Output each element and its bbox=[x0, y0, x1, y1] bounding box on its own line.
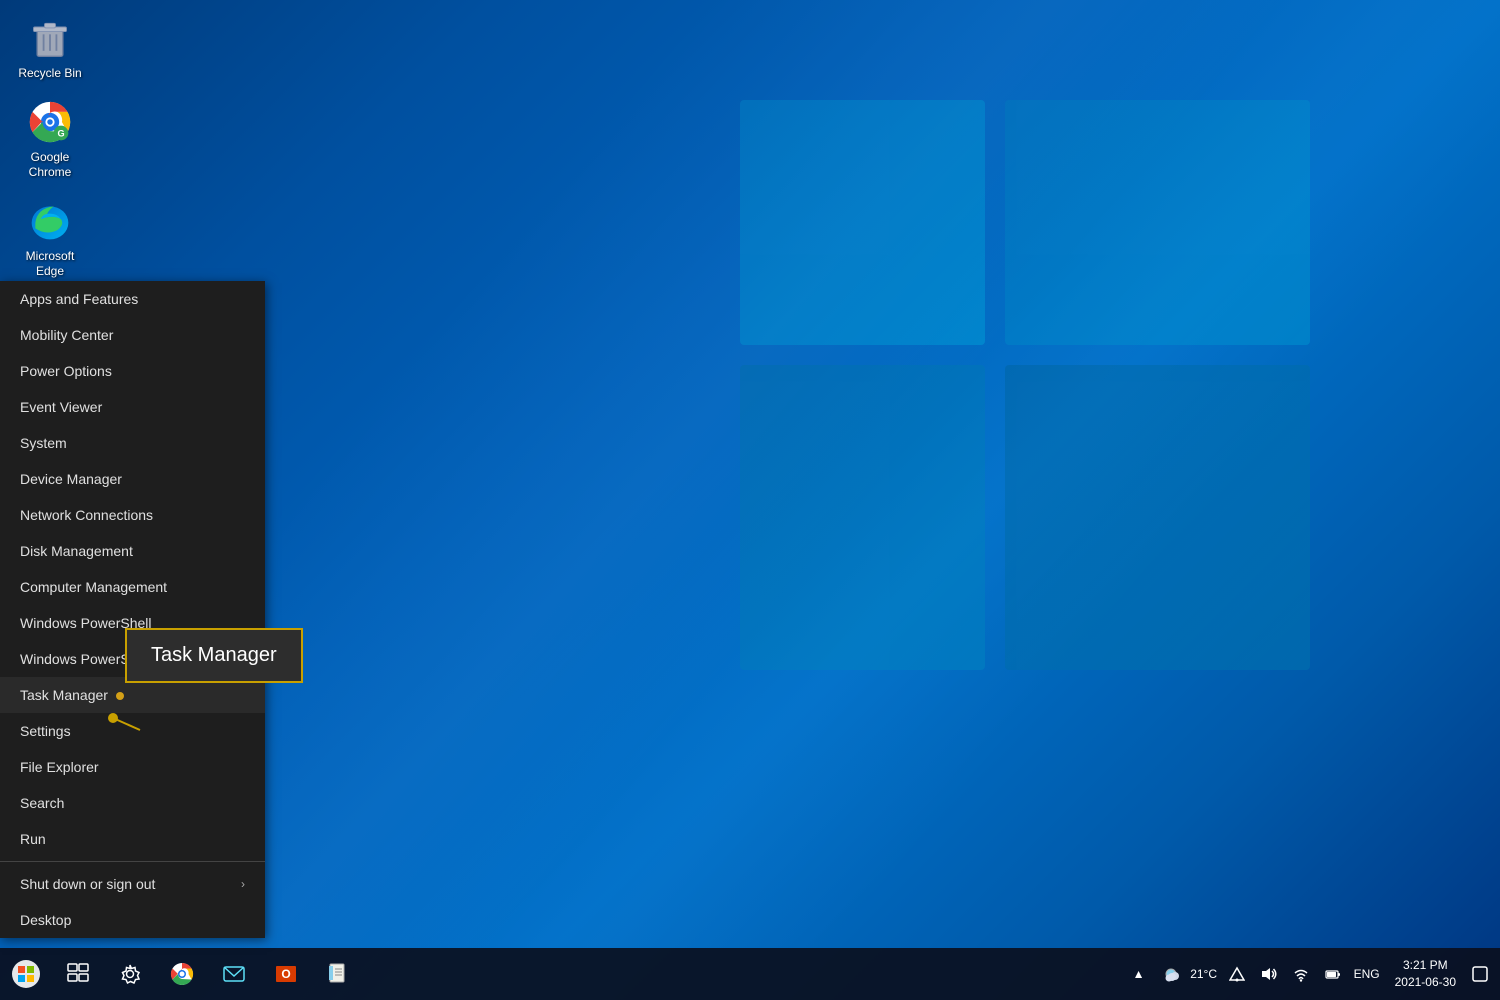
shut-down-chevron: › bbox=[241, 877, 245, 891]
clock-time: 3:21 PM bbox=[1403, 957, 1448, 974]
desktop-icon-recycle-bin[interactable]: Recycle Bin bbox=[10, 10, 90, 84]
windows-start-icon bbox=[18, 966, 34, 982]
desktop-icon-edge[interactable]: Microsoft Edge bbox=[10, 193, 90, 282]
context-menu: Apps and Features Mobility Center Power … bbox=[0, 281, 265, 938]
start-circle-icon bbox=[12, 960, 40, 988]
recycle-bin-label: Recycle Bin bbox=[18, 66, 81, 80]
systray-weather-icon[interactable] bbox=[1157, 952, 1185, 996]
menu-item-search[interactable]: Search bbox=[0, 785, 265, 821]
windows-logo-watermark bbox=[740, 100, 1320, 680]
systray-chevron[interactable]: ▲ bbox=[1125, 952, 1153, 996]
menu-item-run[interactable]: Run bbox=[0, 821, 265, 857]
notification-icon bbox=[1472, 966, 1488, 982]
clock-date: 2021-06-30 bbox=[1395, 974, 1456, 991]
taskbar-clock[interactable]: 3:21 PM 2021-06-30 bbox=[1387, 957, 1464, 991]
menu-item-power-options[interactable]: Power Options bbox=[0, 353, 265, 389]
menu-item-computer-management[interactable]: Computer Management bbox=[0, 569, 265, 605]
menu-item-file-explorer[interactable]: File Explorer bbox=[0, 749, 265, 785]
menu-item-system[interactable]: System bbox=[0, 425, 265, 461]
taskbar-settings[interactable] bbox=[104, 948, 156, 1000]
svg-text:O: O bbox=[281, 967, 290, 981]
taskbar-pinned-apps: O bbox=[52, 948, 364, 1000]
taskbar-chrome-icon bbox=[170, 962, 194, 986]
systray-language[interactable]: ENG bbox=[1351, 952, 1383, 996]
desktop: Recycle Bin G G bbox=[0, 0, 1500, 1000]
svg-text:G: G bbox=[57, 129, 64, 139]
chrome-label: Google Chrome bbox=[14, 150, 86, 179]
systray-battery-icon[interactable] bbox=[1319, 952, 1347, 996]
recycle-bin-icon bbox=[26, 14, 74, 62]
menu-item-event-viewer[interactable]: Event Viewer bbox=[0, 389, 265, 425]
systray-wifi-icon[interactable] bbox=[1287, 952, 1315, 996]
taskbar-notification-button[interactable] bbox=[1468, 952, 1492, 996]
settings-icon bbox=[119, 963, 141, 985]
menu-item-device-manager[interactable]: Device Manager bbox=[0, 461, 265, 497]
start-button[interactable] bbox=[0, 948, 52, 1000]
edge-icon bbox=[26, 197, 74, 245]
taskbar-right: ▲ 21°C bbox=[1125, 952, 1500, 996]
win-logo-pane-tr bbox=[1005, 100, 1310, 345]
menu-item-desktop[interactable]: Desktop bbox=[0, 902, 265, 938]
task-manager-dot bbox=[116, 692, 124, 700]
edge-label: Microsoft Edge bbox=[14, 249, 86, 278]
systray-weather-temp: 21°C bbox=[1189, 952, 1219, 996]
desktop-icons: Recycle Bin G G bbox=[10, 10, 90, 282]
notepad-icon bbox=[327, 963, 349, 985]
menu-item-disk-management[interactable]: Disk Management bbox=[0, 533, 265, 569]
menu-item-network-connections[interactable]: Network Connections bbox=[0, 497, 265, 533]
task-view-icon bbox=[67, 963, 89, 985]
systray-volume-icon[interactable] bbox=[1255, 952, 1283, 996]
office-icon: O bbox=[275, 963, 297, 985]
mail-icon bbox=[223, 963, 245, 985]
chrome-icon: G bbox=[26, 98, 74, 146]
taskbar-task-view[interactable] bbox=[52, 948, 104, 1000]
win-logo-pane-bl bbox=[740, 365, 985, 670]
win-logo-pane-tl bbox=[740, 100, 985, 345]
taskbar-office[interactable]: O bbox=[260, 948, 312, 1000]
menu-item-settings[interactable]: Settings bbox=[0, 713, 265, 749]
taskbar-mail[interactable] bbox=[208, 948, 260, 1000]
win-logo-pane-br bbox=[1005, 365, 1310, 670]
taskbar: O ▲ bbox=[0, 948, 1500, 1000]
taskbar-notepad[interactable] bbox=[312, 948, 364, 1000]
menu-item-apps-features[interactable]: Apps and Features bbox=[0, 281, 265, 317]
taskbar-chrome[interactable] bbox=[156, 948, 208, 1000]
menu-item-shut-down[interactable]: Shut down or sign out › bbox=[0, 861, 265, 902]
desktop-icon-chrome[interactable]: G Google Chrome bbox=[10, 94, 90, 183]
menu-item-mobility-center[interactable]: Mobility Center bbox=[0, 317, 265, 353]
systray-network-icon[interactable] bbox=[1223, 952, 1251, 996]
task-manager-tooltip: Task Manager bbox=[125, 628, 303, 683]
